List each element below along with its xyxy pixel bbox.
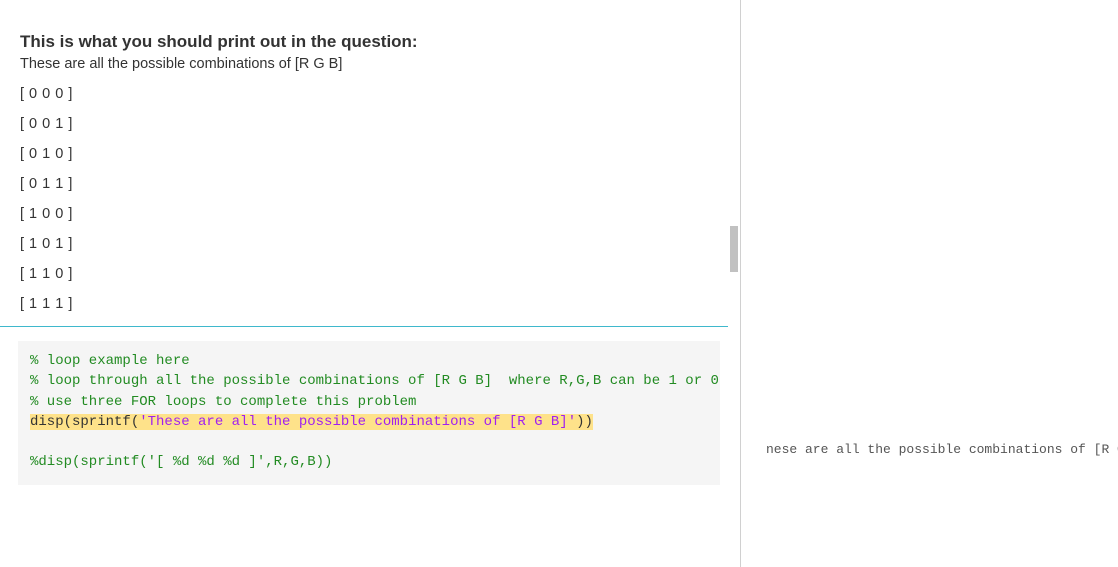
app-root: This is what you should print out in the… <box>0 0 1118 567</box>
scrollbar-track[interactable] <box>728 0 740 567</box>
combo-row: [ 0 0 0 ] <box>20 86 720 102</box>
combo-row: [ 1 1 0 ] <box>20 266 720 282</box>
scrollbar-thumb[interactable] <box>730 226 738 272</box>
content-area: This is what you should print out in the… <box>0 0 740 485</box>
code-string: 'These are all the possible combinations… <box>139 414 576 430</box>
instructions-subheading: These are all the possible combinations … <box>20 56 720 72</box>
code-comment: % loop through all the possible combinat… <box>30 373 719 389</box>
console-output-line: nese are all the possible combinations o… <box>766 442 1118 457</box>
code-call-close: )) <box>576 414 593 430</box>
highlighted-line: disp(sprintf('These are all the possible… <box>30 414 593 430</box>
section-divider <box>0 326 740 327</box>
code-comment: % use three FOR loops to complete this p… <box>30 394 416 410</box>
code-comment: %disp(sprintf('[ %d %d %d ]',R,G,B)) <box>30 454 332 470</box>
combo-row: [ 0 0 1 ] <box>20 116 720 132</box>
instructions-heading: This is what you should print out in the… <box>20 32 720 52</box>
combo-row: [ 0 1 1 ] <box>20 176 720 192</box>
combo-row: [ 1 0 0 ] <box>20 206 720 222</box>
code-comment: % loop example here <box>30 353 190 369</box>
combo-row: [ 1 0 1 ] <box>20 236 720 252</box>
combo-row: [ 1 1 1 ] <box>20 296 720 312</box>
code-call: disp(sprintf( <box>30 414 139 430</box>
output-pane: nese are all the possible combinations o… <box>740 0 1118 567</box>
instructions-pane: This is what you should print out in the… <box>0 0 740 567</box>
combo-row: [ 0 1 0 ] <box>20 146 720 162</box>
code-editor[interactable]: % loop example here % loop through all t… <box>18 341 720 485</box>
